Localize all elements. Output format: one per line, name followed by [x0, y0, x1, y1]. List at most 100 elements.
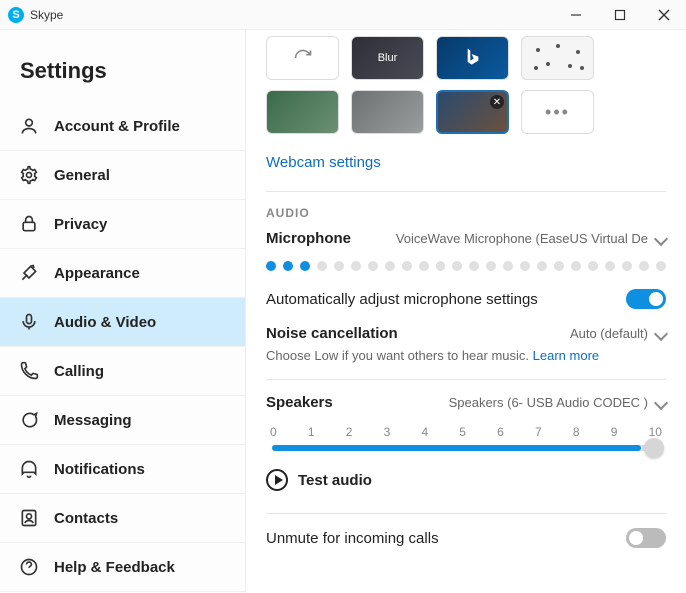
tick-label: 1 — [308, 425, 315, 439]
mic-level-dot — [283, 261, 293, 271]
mic-level-dot — [300, 261, 310, 271]
speakers-row: Speakers Speakers (6- USB Audio CODEC ) — [266, 394, 666, 411]
play-icon — [266, 469, 288, 491]
mic-level-dot — [622, 261, 632, 271]
sidebar-item-messaging[interactable]: Messaging — [0, 396, 245, 445]
noise-cancel-value: Auto (default) — [570, 326, 648, 341]
mic-level-dot — [503, 261, 513, 271]
background-room-grey[interactable] — [351, 90, 424, 134]
sidebar-item-general[interactable]: General — [0, 151, 245, 200]
webcam-settings-link[interactable]: Webcam settings — [266, 154, 381, 171]
background-row-1: Blur — [266, 36, 666, 80]
background-refresh[interactable] — [266, 36, 339, 80]
sidebar-item-label: Calling — [54, 363, 104, 380]
slider-thumb[interactable] — [644, 438, 664, 458]
window-title: Skype — [30, 8, 63, 22]
slider-fill — [272, 445, 641, 451]
microphone-device-value: VoiceWave Microphone (EaseUS Virtual De — [396, 231, 648, 246]
titlebar: S Skype — [0, 0, 686, 30]
mic-level-dot — [486, 261, 496, 271]
mic-level-dot — [452, 261, 462, 271]
maximize-button[interactable] — [598, 0, 642, 30]
audio-video-icon — [18, 311, 40, 333]
minimize-button[interactable] — [554, 0, 598, 30]
mic-level-dot — [385, 261, 395, 271]
tick-label: 7 — [535, 425, 542, 439]
microphone-row: Microphone VoiceWave Microphone (EaseUS … — [266, 230, 666, 247]
background-room-green[interactable] — [266, 90, 339, 134]
test-audio-label: Test audio — [298, 472, 372, 489]
messaging-icon — [18, 409, 40, 431]
divider — [266, 379, 666, 380]
mic-level-dot — [554, 261, 564, 271]
tick-label: 8 — [573, 425, 580, 439]
more-label: ••• — [545, 102, 570, 123]
mic-level-dot — [368, 261, 378, 271]
test-audio-button[interactable]: Test audio — [266, 469, 666, 491]
settings-main: Blur ✕ ••• Webcam settings AUDIO Microph… — [246, 30, 686, 593]
audio-section-label: AUDIO — [266, 206, 666, 220]
tick-label: 0 — [270, 425, 277, 439]
sidebar-item-label: Account & Profile — [54, 118, 180, 135]
close-button[interactable] — [642, 0, 686, 30]
background-custom-person[interactable]: ✕ — [436, 90, 509, 134]
chevron-down-icon — [654, 231, 668, 245]
sidebar-item-account[interactable]: Account & Profile — [0, 102, 245, 151]
unmute-label: Unmute for incoming calls — [266, 530, 439, 547]
microphone-level-meter — [266, 261, 666, 271]
tick-label: 4 — [421, 425, 428, 439]
sidebar-item-contacts[interactable]: Contacts — [0, 494, 245, 543]
calling-icon — [18, 360, 40, 382]
sidebar-item-label: Messaging — [54, 412, 132, 429]
background-confetti[interactable] — [521, 36, 594, 80]
background-more[interactable]: ••• — [521, 90, 594, 134]
mic-level-dot — [520, 261, 530, 271]
sidebar-item-calling[interactable]: Calling — [0, 347, 245, 396]
mic-level-dot — [469, 261, 479, 271]
speakers-device-value: Speakers (6- USB Audio CODEC ) — [449, 395, 648, 410]
speakers-device-select[interactable]: Speakers (6- USB Audio CODEC ) — [449, 395, 666, 410]
learn-more-link[interactable]: Learn more — [533, 348, 599, 363]
speakers-volume-slider[interactable] — [272, 445, 660, 451]
noise-cancel-row: Noise cancellation Auto (default) — [266, 325, 666, 342]
notifications-icon — [18, 458, 40, 480]
thumb-label: Blur — [378, 52, 398, 64]
mic-level-dot — [419, 261, 429, 271]
sidebar-item-label: Privacy — [54, 216, 107, 233]
sidebar-item-label: Notifications — [54, 461, 145, 478]
background-blur[interactable]: Blur — [351, 36, 424, 80]
sidebar-item-privacy[interactable]: Privacy — [0, 200, 245, 249]
mic-level-dot — [402, 261, 412, 271]
speakers-volume-ticks: 012345678910 — [270, 425, 662, 439]
mic-level-dot — [605, 261, 615, 271]
mic-level-dot — [656, 261, 666, 271]
microphone-device-select[interactable]: VoiceWave Microphone (EaseUS Virtual De — [396, 231, 666, 246]
speakers-label: Speakers — [266, 394, 333, 411]
mic-level-dot — [351, 261, 361, 271]
tick-label: 9 — [611, 425, 618, 439]
mic-level-dot — [537, 261, 547, 271]
chevron-down-icon — [654, 395, 668, 409]
sidebar-item-notifications[interactable]: Notifications — [0, 445, 245, 494]
auto-adjust-toggle[interactable] — [626, 289, 666, 309]
mic-level-dot — [639, 261, 649, 271]
sidebar-item-help[interactable]: Help & Feedback — [0, 543, 245, 592]
unmute-toggle[interactable] — [626, 528, 666, 548]
background-bing[interactable] — [436, 36, 509, 80]
sidebar-item-audio-video[interactable]: Audio & Video — [0, 298, 245, 347]
sidebar-item-appearance[interactable]: Appearance — [0, 249, 245, 298]
mic-level-dot — [266, 261, 276, 271]
sidebar-item-label: Contacts — [54, 510, 118, 527]
chevron-down-icon — [654, 326, 668, 340]
noise-cancel-hint: Choose Low if you want others to hear mu… — [266, 348, 666, 363]
skype-logo-icon: S — [8, 7, 24, 23]
mic-level-dot — [317, 261, 327, 271]
mic-level-dot — [436, 261, 446, 271]
contacts-icon — [18, 507, 40, 529]
settings-heading: Settings — [0, 30, 245, 102]
sidebar-item-label: Appearance — [54, 265, 140, 282]
microphone-label: Microphone — [266, 230, 351, 247]
tick-label: 3 — [384, 425, 391, 439]
noise-cancel-select[interactable]: Auto (default) — [570, 326, 666, 341]
remove-background-icon[interactable]: ✕ — [490, 95, 504, 109]
